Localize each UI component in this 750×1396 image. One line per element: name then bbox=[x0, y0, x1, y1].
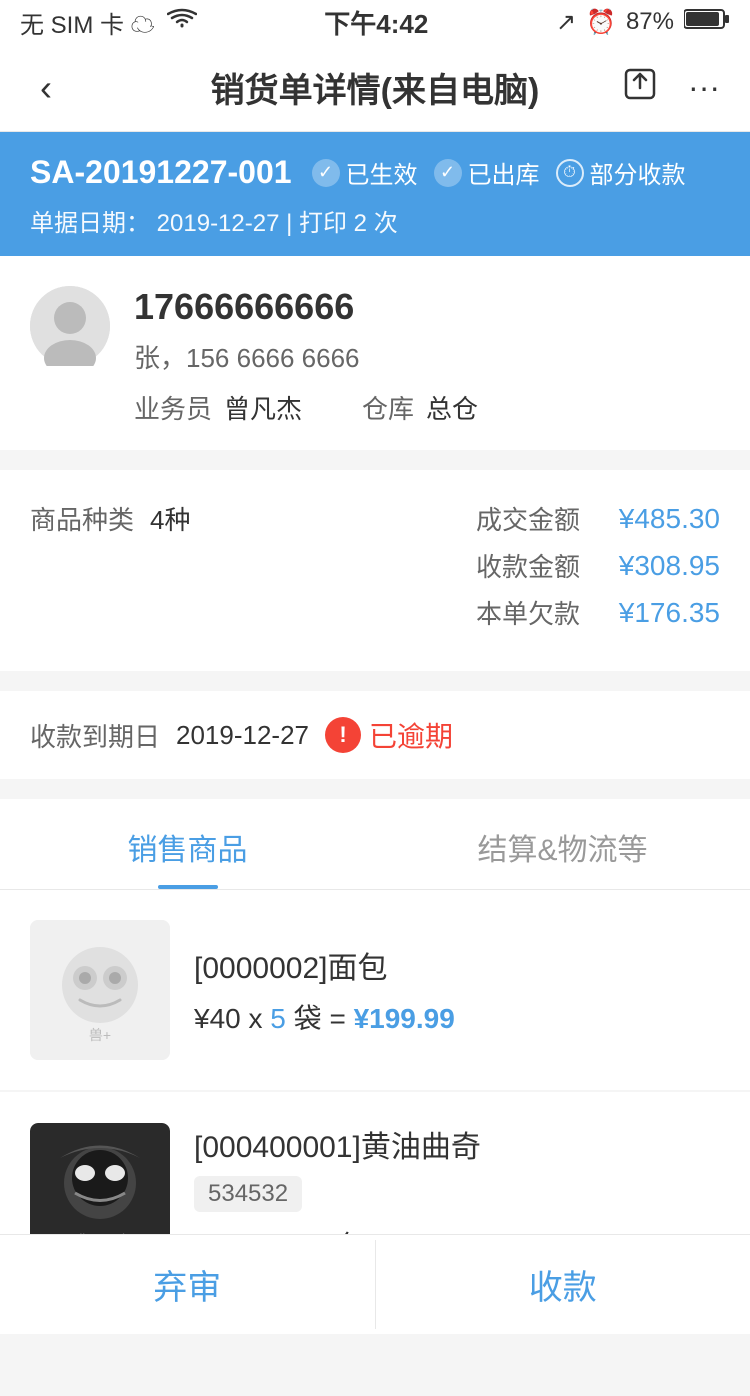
badge-activated: ✓ 已生效 bbox=[312, 155, 418, 190]
tab-products[interactable]: 销售商品 bbox=[0, 799, 375, 889]
tab-settlement[interactable]: 结算&物流等 bbox=[375, 799, 750, 889]
customer-sub-info: 张，156 6666 6666 bbox=[134, 338, 720, 375]
status-left: 无 SIM 卡 ☁ bbox=[20, 5, 197, 40]
qty-1: 5 bbox=[270, 1003, 286, 1034]
product-code-1: [0000002] bbox=[194, 952, 327, 985]
salesperson-name: 曾凡杰 bbox=[224, 389, 302, 426]
warehouse-info: 仓库 总仓 bbox=[362, 389, 478, 426]
check-icon-1: ✓ bbox=[312, 159, 340, 187]
location-icon: ↗ bbox=[556, 8, 576, 37]
equals-sign-1: = bbox=[329, 1003, 353, 1034]
tab-settlement-label: 结算&物流等 bbox=[477, 834, 647, 867]
share-button[interactable] bbox=[622, 66, 658, 110]
received-amount-value: ¥308.95 bbox=[600, 550, 720, 582]
product-kinds-value: 4种 bbox=[150, 500, 190, 537]
more-button[interactable]: ··· bbox=[688, 69, 720, 106]
page-title: 销货单详情(来自电脑) bbox=[211, 63, 540, 112]
product-batch-2: 534532 bbox=[194, 1176, 302, 1212]
product-code-2: [000400001] bbox=[194, 1131, 361, 1164]
nav-bar: ‹ 销货单详情(来自电脑) ··· bbox=[0, 44, 750, 132]
deal-amount-value: ¥485.30 bbox=[600, 503, 720, 535]
product-item: 兽+ [0000002]面包 ¥40 x 5 袋 = ¥199.99 bbox=[0, 890, 750, 1090]
badge-partial-label: 部分收款 bbox=[590, 155, 686, 190]
collect-payment-button[interactable]: 收款 bbox=[375, 1240, 750, 1329]
badge-partial-payment: ⏱ 部分收款 bbox=[556, 155, 686, 190]
customer-meta: 业务员 曾凡杰 仓库 总仓 bbox=[134, 389, 720, 426]
salesperson-label: 业务员 bbox=[134, 389, 212, 426]
overdue-warning-icon: ! bbox=[325, 717, 361, 753]
received-amount-row: 收款金额 ¥308.95 bbox=[476, 547, 720, 584]
product-name-2: [000400001]黄油曲奇 bbox=[194, 1122, 720, 1166]
debt-amount-row: 本单欠款 ¥176.35 bbox=[476, 594, 720, 631]
debt-amount-value: ¥176.35 bbox=[600, 597, 720, 629]
unit-1: 袋 bbox=[294, 1003, 322, 1034]
warehouse-label: 仓库 bbox=[362, 389, 414, 426]
due-section: 收款到期日 2019-12-27 ! 已逾期 bbox=[0, 691, 750, 779]
date-label: 单据日期： bbox=[30, 210, 150, 237]
alarm-icon: ⏰ bbox=[586, 8, 616, 37]
nav-actions: ··· bbox=[622, 66, 720, 110]
bottom-bar: 弃审 收款 bbox=[0, 1234, 750, 1334]
customer-section: 17666666666 张，156 6666 6666 业务员 曾凡杰 仓库 总… bbox=[0, 256, 750, 450]
order-header-top: SA-20191227-001 ✓ 已生效 ✓ 已出库 ⏱ 部分收款 bbox=[30, 154, 720, 191]
total-price-1: ¥199.99 bbox=[354, 1003, 455, 1034]
stats-section: 商品种类 4种 成交金额 ¥485.30 收款金额 ¥308.95 本单欠款 ¥… bbox=[0, 470, 750, 671]
unit-price-1: ¥40 bbox=[194, 1003, 241, 1034]
stats-left: 商品种类 4种 bbox=[30, 500, 190, 543]
order-badges: ✓ 已生效 ✓ 已出库 ⏱ 部分收款 bbox=[312, 155, 686, 190]
status-time: 下午4:42 bbox=[324, 4, 428, 41]
customer-phone: 17666666666 bbox=[134, 286, 720, 328]
order-header-band: SA-20191227-001 ✓ 已生效 ✓ 已出库 ⏱ 部分收款 单据日期：… bbox=[0, 132, 750, 256]
product-name-1: [0000002]面包 bbox=[194, 943, 720, 987]
wifi-icon bbox=[167, 8, 197, 37]
customer-info: 17666666666 张，156 6666 6666 业务员 曾凡杰 仓库 总… bbox=[134, 286, 720, 426]
product-kinds-row: 商品种类 4种 bbox=[30, 500, 190, 537]
warehouse-name: 总仓 bbox=[426, 389, 478, 426]
badge-shipped-label: 已出库 bbox=[468, 155, 540, 190]
product-kinds-label: 商品种类 bbox=[30, 500, 134, 537]
status-bar: 无 SIM 卡 ☁ 下午4:42 ↗ ⏰ 87% bbox=[0, 0, 750, 44]
multiply-sign-1: x bbox=[249, 1003, 271, 1034]
received-amount-label: 收款金额 bbox=[476, 547, 580, 584]
stats-right: 成交金额 ¥485.30 收款金额 ¥308.95 本单欠款 ¥176.35 bbox=[476, 500, 720, 641]
overdue-badge: ! 已逾期 bbox=[325, 715, 453, 755]
tab-products-label: 销售商品 bbox=[128, 834, 248, 867]
sim-status: 无 SIM 卡 ☁ bbox=[20, 5, 155, 40]
order-date: 2019-12-27 bbox=[157, 210, 280, 237]
customer-avatar bbox=[30, 286, 110, 366]
clock-icon: ⏱ bbox=[556, 159, 584, 187]
print-info: | 打印 2 次 bbox=[286, 210, 398, 237]
check-icon-2: ✓ bbox=[434, 159, 462, 187]
order-date-line: 单据日期： 2019-12-27 | 打印 2 次 bbox=[30, 203, 720, 238]
salesperson-info: 业务员 曾凡杰 bbox=[134, 389, 302, 426]
overdue-text: 已逾期 bbox=[369, 715, 453, 755]
deal-amount-label: 成交金额 bbox=[476, 500, 580, 537]
battery-level: 87% bbox=[626, 8, 674, 36]
product-price-1: ¥40 x 5 袋 = ¥199.99 bbox=[194, 997, 720, 1037]
svg-text:兽+: 兽+ bbox=[89, 1027, 111, 1043]
battery-icon bbox=[684, 8, 730, 37]
badge-shipped: ✓ 已出库 bbox=[434, 155, 540, 190]
reject-review-button[interactable]: 弃审 bbox=[0, 1240, 375, 1329]
due-date-value: 2019-12-27 bbox=[176, 720, 309, 751]
due-date-label: 收款到期日 bbox=[30, 717, 160, 754]
product-thumb-1: 兽+ bbox=[30, 920, 170, 1060]
debt-amount-label: 本单欠款 bbox=[476, 594, 580, 631]
status-right: ↗ ⏰ 87% bbox=[556, 8, 730, 37]
product-info-1: [0000002]面包 ¥40 x 5 袋 = ¥199.99 bbox=[194, 943, 720, 1037]
product-title-1: 面包 bbox=[327, 952, 387, 985]
order-id: SA-20191227-001 bbox=[30, 154, 292, 191]
tabs-bar: 销售商品 结算&物流等 bbox=[0, 799, 750, 890]
deal-amount-row: 成交金额 ¥485.30 bbox=[476, 500, 720, 537]
back-button[interactable]: ‹ bbox=[30, 57, 62, 119]
badge-activated-label: 已生效 bbox=[346, 155, 418, 190]
product-title-2: 黄油曲奇 bbox=[361, 1131, 481, 1164]
